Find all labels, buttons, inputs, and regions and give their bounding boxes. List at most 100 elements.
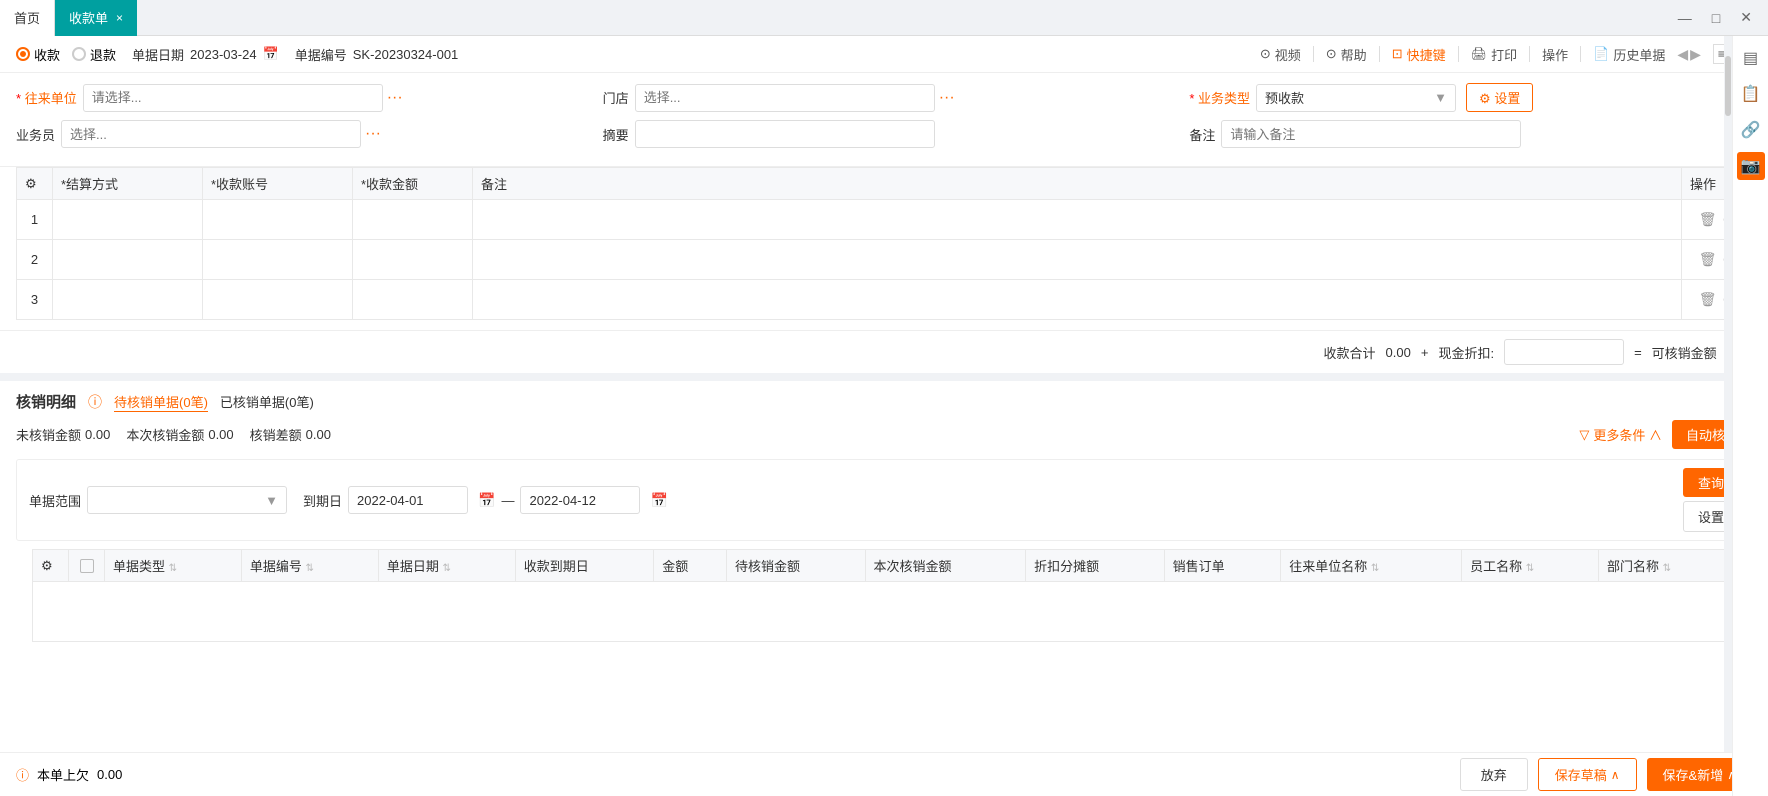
prev-arrow-icon[interactable]: ◀ (1677, 46, 1688, 63)
range-select[interactable]: ▼ (87, 486, 287, 514)
bt-th-settings[interactable]: ⚙ (33, 550, 69, 582)
remark-input[interactable] (1221, 120, 1521, 148)
row2-remark[interactable] (473, 240, 1682, 280)
scrollbar[interactable] (1724, 36, 1732, 752)
due-date-end-input[interactable] (520, 486, 640, 514)
close-button[interactable]: ✕ (1734, 7, 1758, 28)
bt-th-docno[interactable]: 单据编号 ⇅ (241, 550, 378, 582)
right-sidebar: ▤ 📋 🔗 📷 (1732, 36, 1768, 796)
counterpart-more-icon[interactable]: ··· (387, 89, 403, 107)
bt-th-dept[interactable]: 部门名称 ⇅ (1599, 550, 1736, 582)
sidebar-table-icon[interactable]: ▤ (1737, 44, 1765, 72)
row3-settle[interactable] (53, 280, 203, 320)
plus-sign: + (1421, 345, 1429, 360)
discount-label: 现金折扣: (1438, 343, 1494, 362)
bt-th-docdate[interactable]: 单据日期 ⇅ (378, 550, 515, 582)
due-date-start-calendar-icon[interactable]: 📅 (478, 492, 495, 509)
th-settings[interactable]: ⚙ (17, 168, 53, 200)
more-conditions-button[interactable]: ▽ 更多条件 ∧ (1579, 425, 1662, 444)
bt-th-staff[interactable]: 员工名称 ⇅ (1462, 550, 1599, 582)
form-row-1: * 往来单位 ··· 门店 ··· * 业务类型 预收款 ▼ (16, 83, 1752, 112)
row2-account[interactable] (203, 240, 353, 280)
row1-amount[interactable] (353, 200, 473, 240)
abandon-button[interactable]: 放弃 (1460, 758, 1528, 791)
bt-th-doctype[interactable]: 单据类型 ⇅ (105, 550, 242, 582)
summary-group: 摘要 (603, 120, 1166, 148)
row3-account[interactable] (203, 280, 353, 320)
row1-settle[interactable] (53, 200, 203, 240)
operation-button[interactable]: 操作 (1542, 45, 1568, 64)
range-label: 单据范围 (29, 491, 81, 510)
tab-pending[interactable]: 待核销单据(0笔) (114, 392, 208, 412)
history-button[interactable]: 📄 历史单据 (1593, 45, 1665, 64)
th-remark: 备注 (473, 168, 1682, 200)
due-date-end-calendar-icon[interactable]: 📅 (650, 492, 667, 509)
maximize-button[interactable]: □ (1706, 8, 1726, 28)
video-button[interactable]: ⊙ 视频 (1260, 45, 1301, 64)
settings-button[interactable]: ⚙ 设置 (1466, 83, 1533, 112)
tab-done[interactable]: 已核销单据(0笔) (220, 392, 314, 411)
video-label: 视频 (1275, 45, 1301, 64)
counterpart-sort-icon: ⇅ (1371, 563, 1379, 574)
save-draft-arrow-icon: ∧ (1611, 768, 1620, 782)
select-all-checkbox[interactable] (80, 559, 94, 573)
main-content: 收款 退款 单据日期 2023-03-24 📅 单据编号 SK-20230324… (0, 36, 1768, 796)
row3-delete-icon[interactable]: 🗑 (1699, 291, 1717, 308)
verifiable-label: 可核销金额 (1652, 343, 1717, 362)
sidebar-camera-icon[interactable]: 📷 (1737, 152, 1765, 180)
bottom-table-empty-row (33, 582, 1736, 642)
verify-info-icon[interactable]: ⓘ (88, 392, 102, 412)
bottom-info-icon[interactable]: ⓘ (16, 765, 29, 784)
radio-refund[interactable]: 退款 (72, 45, 116, 64)
print-icon: 🖨 (1471, 46, 1488, 62)
staff-more-icon[interactable]: ··· (365, 125, 381, 143)
row3-amount[interactable] (353, 280, 473, 320)
doctype-sort-icon: ⇅ (169, 563, 177, 574)
store-more-icon[interactable]: ··· (939, 89, 955, 107)
form-header: 收款 退款 单据日期 2023-03-24 📅 单据编号 SK-20230324… (0, 36, 1768, 73)
sidebar-link-icon[interactable]: 🔗 (1737, 116, 1765, 144)
biztype-select[interactable]: 预收款 ▼ (1256, 84, 1456, 112)
th-account: *收款账号 (203, 168, 353, 200)
save-draft-button[interactable]: 保存草稿 ∧ (1538, 758, 1637, 791)
row2-settle[interactable] (53, 240, 203, 280)
minimize-button[interactable]: — (1672, 8, 1698, 28)
store-input[interactable] (635, 84, 935, 112)
counterpart-input[interactable] (83, 84, 383, 112)
form-fields: * 往来单位 ··· 门店 ··· * 业务类型 预收款 ▼ (0, 73, 1768, 167)
sidebar-doc-icon[interactable]: 📋 (1737, 80, 1765, 108)
row2-delete-icon[interactable]: 🗑 (1699, 251, 1717, 268)
row3-remark[interactable] (473, 280, 1682, 320)
summary-input[interactable] (635, 120, 935, 148)
operation-label: 操作 (1542, 45, 1568, 64)
stat-unverified: 未核销金额 0.00 (16, 425, 110, 444)
radio-receive-label: 收款 (34, 45, 60, 64)
docno-field: 单据编号 SK-20230324-001 (295, 45, 459, 64)
tab-home[interactable]: 首页 (0, 0, 55, 36)
verify-stats: 未核销金额 0.00 本次核销金额 0.00 核销差额 0.00 ▽ 更多条件 … (16, 420, 1752, 449)
shortcut-button[interactable]: ⊡ 快捷键 (1392, 45, 1446, 64)
calendar-icon[interactable]: 📅 (263, 46, 279, 62)
row1-delete-icon[interactable]: 🗑 (1699, 211, 1717, 228)
help-icon: ⊙ (1326, 46, 1337, 62)
bt-th-counterpart[interactable]: 往来单位名称 ⇅ (1281, 550, 1462, 582)
print-button[interactable]: 🖨 打印 (1471, 45, 1518, 64)
tab-receipt-label: 收款单 (69, 8, 108, 27)
due-date-group: 到期日 📅 — 📅 (303, 486, 668, 514)
divider3 (1458, 46, 1459, 62)
due-date-start-input[interactable] (348, 486, 468, 514)
bottom-left: ⓘ 本单上欠 0.00 (16, 765, 122, 784)
tab-close-icon[interactable]: × (116, 11, 123, 25)
tab-receipt[interactable]: 收款单 × (55, 0, 137, 36)
row2-amount[interactable] (353, 240, 473, 280)
row1-account[interactable] (203, 200, 353, 240)
next-arrow-icon[interactable]: ▶ (1690, 46, 1701, 63)
bt-th-this-verify: 本次核销金额 (865, 550, 1026, 582)
discount-input[interactable] (1504, 339, 1624, 365)
staff-label: 业务员 (16, 125, 55, 144)
help-button[interactable]: ⊙ 帮助 (1326, 45, 1367, 64)
staff-input[interactable] (61, 120, 361, 148)
row1-remark[interactable] (473, 200, 1682, 240)
scroll-thumb (1725, 56, 1731, 116)
radio-receive[interactable]: 收款 (16, 45, 60, 64)
